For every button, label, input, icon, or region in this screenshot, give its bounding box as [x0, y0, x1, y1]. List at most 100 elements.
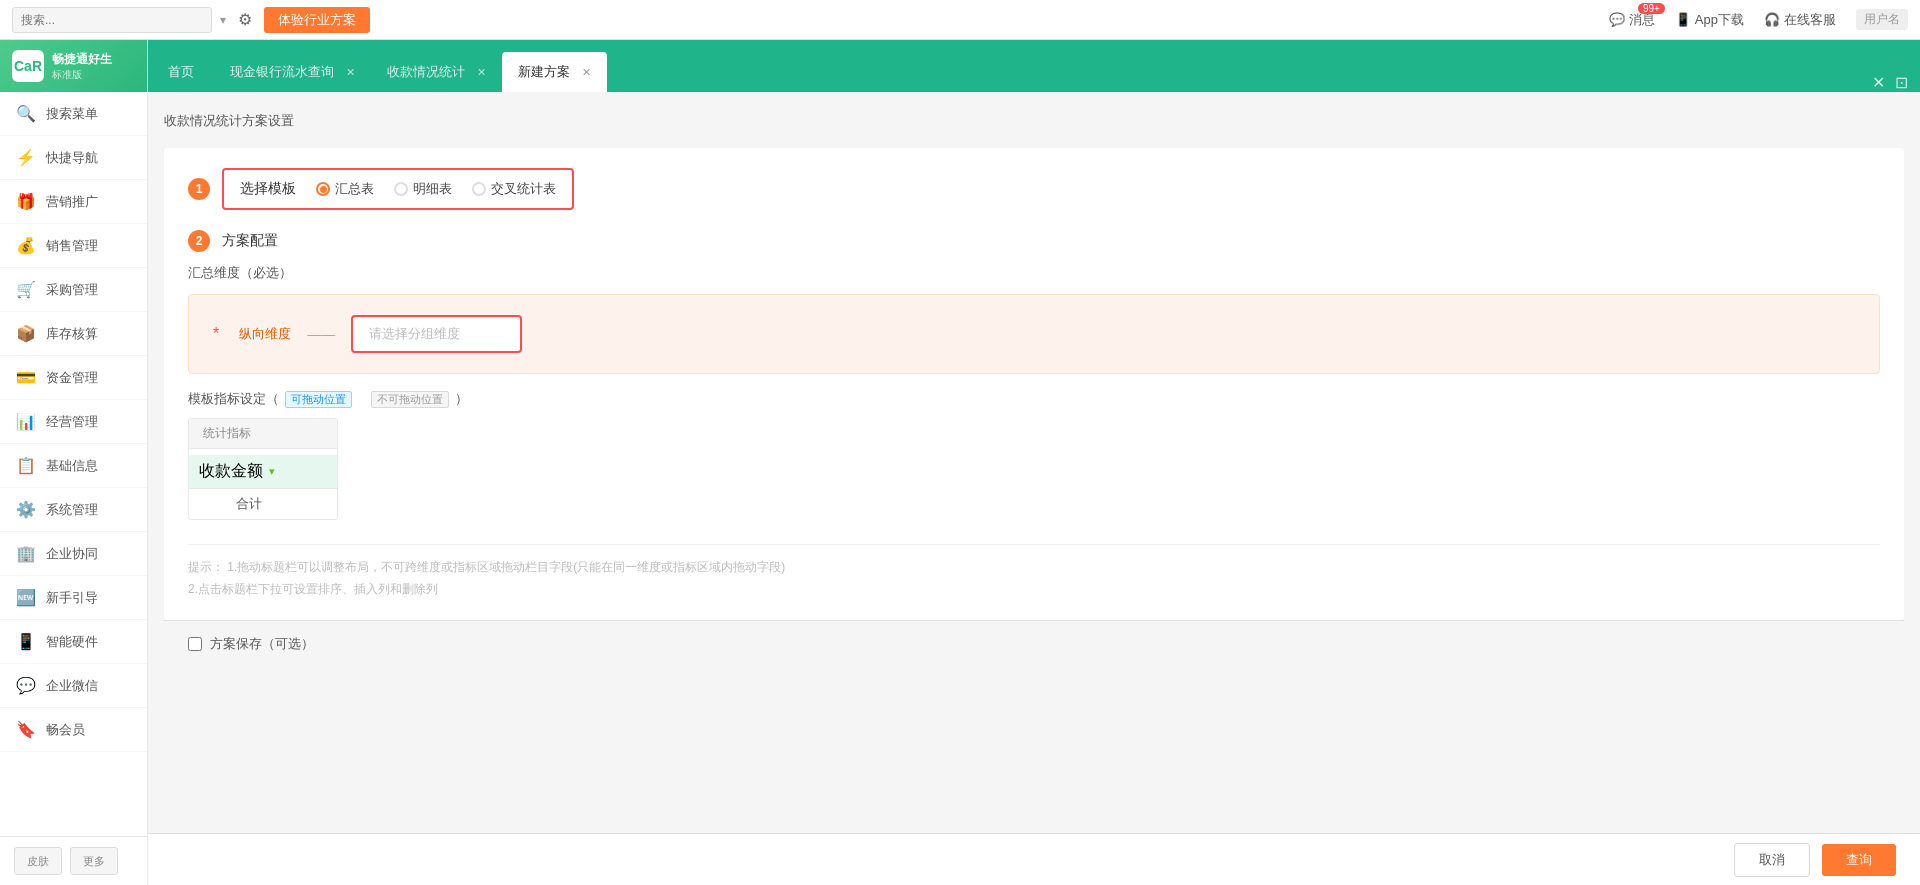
- radio-detail-circle: [394, 182, 408, 196]
- draggable-tag: 可拖动位置: [285, 391, 352, 408]
- save-checkbox[interactable]: [188, 637, 202, 651]
- cancel-button[interactable]: 取消: [1734, 843, 1810, 877]
- tab-bar-right: ✕ ⊡: [1860, 73, 1920, 92]
- sidebar-item-hardware[interactable]: 📱 智能硬件: [0, 620, 147, 664]
- sidebar-item-enterprise[interactable]: 🏢 企业协同: [0, 532, 147, 576]
- search-input[interactable]: [12, 7, 212, 33]
- sidebar-item-finance[interactable]: 💳 资金管理: [0, 356, 147, 400]
- support-btn[interactable]: 🎧 在线客服: [1764, 11, 1836, 29]
- metrics-table: 统计指标 收款金额 ▾ 合计: [188, 418, 338, 520]
- metrics-sep: [358, 392, 365, 407]
- tab-bank-flow-close[interactable]: ✕: [346, 66, 355, 79]
- sidebar-item-label: 基础信息: [46, 457, 98, 475]
- step1-num: 1: [188, 178, 210, 200]
- step2-header: 2 方案配置: [188, 230, 1880, 252]
- content-area: 首页 现金银行流水查询 ✕ 收款情况统计 ✕ 新建方案 ✕ ✕ ⊡ 收款情况统计…: [148, 40, 1920, 885]
- metrics-hint-row: 模板指标设定（ 可拖动位置 不可拖动位置 ）: [188, 390, 1880, 408]
- dim-select[interactable]: 请选择分组维度: [351, 315, 522, 353]
- enterprise-icon: 🏢: [16, 544, 36, 563]
- radio-cross-circle: [472, 182, 486, 196]
- breadcrumb: 收款情况统计方案设置: [164, 104, 1904, 134]
- radio-cross-label: 交叉统计表: [491, 180, 556, 198]
- inventory-icon: 📦: [16, 324, 36, 343]
- messages-btn[interactable]: 💬 消息 99+: [1609, 11, 1655, 29]
- sidebar-item-inventory[interactable]: 📦 库存核算: [0, 312, 147, 356]
- tab-new-plan[interactable]: 新建方案 ✕: [502, 52, 607, 92]
- sidebar-item-label: 搜索菜单: [46, 105, 98, 123]
- sidebar-item-label: 企业协同: [46, 545, 98, 563]
- sidebar-logo: CaR 畅捷通好生 标准版: [0, 40, 147, 92]
- step1-options: 汇总表 明细表 交叉统计表: [316, 180, 556, 198]
- top-bar-right: 💬 消息 99+ 📱 App下载 🎧 在线客服 用户名: [1609, 9, 1908, 30]
- query-button[interactable]: 查询: [1822, 844, 1896, 876]
- dropdown-arrow-icon[interactable]: ▾: [220, 13, 226, 27]
- sidebar-item-marketing[interactable]: 🎁 营销推广: [0, 180, 147, 224]
- sidebar-item-purchase[interactable]: 🛒 采购管理: [0, 268, 147, 312]
- basic-info-icon: 📋: [16, 456, 36, 475]
- sidebar-item-label: 系统管理: [46, 501, 98, 519]
- sidebar-item-guide[interactable]: 🆕 新手引导: [0, 576, 147, 620]
- marketing-icon: 🎁: [16, 192, 36, 211]
- tab-maximize-icon[interactable]: ⊡: [1895, 73, 1908, 92]
- metrics-close-paren: ）: [455, 390, 468, 408]
- radio-cross[interactable]: 交叉统计表: [472, 180, 556, 198]
- dim-select-placeholder: 请选择分组维度: [369, 326, 460, 341]
- download-btn[interactable]: 📱 App下载: [1675, 11, 1744, 29]
- operation-icon: 📊: [16, 412, 36, 431]
- tab-collection-stat[interactable]: 收款情况统计 ✕: [371, 52, 502, 92]
- radio-detail[interactable]: 明细表: [394, 180, 452, 198]
- finance-icon: 💳: [16, 368, 36, 387]
- sidebar-item-label: 经营管理: [46, 413, 98, 431]
- sidebar-item-label: 快捷导航: [46, 149, 98, 167]
- purchase-icon: 🛒: [16, 280, 36, 299]
- radio-summary-circle: [316, 182, 330, 196]
- skin-button[interactable]: 皮肤: [14, 847, 62, 875]
- metric-chip-label: 收款金额: [199, 461, 263, 482]
- sidebar-item-label: 采购管理: [46, 281, 98, 299]
- gear-icon[interactable]: ⚙: [238, 10, 252, 29]
- fixed-tag: 不可拖动位置: [371, 391, 449, 408]
- sidebar-item-wechat[interactable]: 💬 企业微信: [0, 664, 147, 708]
- tab-new-plan-label: 新建方案: [518, 63, 570, 81]
- download-icon: 📱: [1675, 12, 1691, 27]
- logo-main-text: 畅捷通好生: [52, 51, 112, 68]
- tab-home[interactable]: 首页: [148, 52, 214, 92]
- sidebar-item-member[interactable]: 🔖 畅会员: [0, 708, 147, 752]
- user-info[interactable]: 用户名: [1856, 9, 1908, 30]
- dim-row: * 纵向维度 —— 请选择分组维度: [213, 315, 1855, 353]
- sidebar-item-label: 营销推广: [46, 193, 98, 211]
- radio-summary-label: 汇总表: [335, 180, 374, 198]
- hardware-icon: 📱: [16, 632, 36, 651]
- more-button[interactable]: 更多: [70, 847, 118, 875]
- sidebar-item-label: 新手引导: [46, 589, 98, 607]
- tab-bank-flow[interactable]: 现金银行流水查询 ✕: [214, 52, 371, 92]
- sidebar-item-operation[interactable]: 📊 经营管理: [0, 400, 147, 444]
- system-icon: ⚙️: [16, 500, 36, 519]
- save-row: 方案保存（可选）: [164, 620, 1904, 667]
- vertical-dim-label: 纵向维度: [239, 325, 291, 343]
- sidebar-item-search-menu[interactable]: 🔍 搜索菜单: [0, 92, 147, 136]
- sidebar-item-basic-info[interactable]: 📋 基础信息: [0, 444, 147, 488]
- metric-chip-row[interactable]: 收款金额 ▾: [189, 455, 337, 489]
- tab-close-all-icon[interactable]: ✕: [1872, 73, 1885, 92]
- metric-total-row: 合计: [189, 489, 309, 519]
- save-label: 方案保存（可选）: [210, 635, 314, 653]
- tab-collection-stat-close[interactable]: ✕: [477, 66, 486, 79]
- sidebar-item-sales[interactable]: 💰 销售管理: [0, 224, 147, 268]
- sidebar-item-label: 企业微信: [46, 677, 98, 695]
- metric-chip-down-icon: ▾: [269, 465, 275, 478]
- sidebar-item-label: 库存核算: [46, 325, 98, 343]
- logo-text-block: 畅捷通好生 标准版: [52, 51, 112, 82]
- step2-section: 汇总维度（必选） * 纵向维度 —— 请选择分组维度: [188, 264, 1880, 600]
- search-menu-icon: 🔍: [16, 104, 36, 123]
- tab-new-plan-close[interactable]: ✕: [582, 66, 591, 79]
- sidebar-item-system[interactable]: ⚙️ 系统管理: [0, 488, 147, 532]
- sidebar-item-label: 智能硬件: [46, 633, 98, 651]
- quick-nav-icon: ⚡: [16, 148, 36, 167]
- radio-summary[interactable]: 汇总表: [316, 180, 374, 198]
- step2-num: 2: [188, 230, 210, 252]
- radio-detail-label: 明细表: [413, 180, 452, 198]
- tip-line1: 提示： 1.拖动标题栏可以调整布局，不可跨维度或指标区域拖动栏目字段(只能在同一…: [188, 557, 1880, 579]
- trial-button[interactable]: 体验行业方案: [264, 7, 370, 33]
- sidebar-item-quick-nav[interactable]: ⚡ 快捷导航: [0, 136, 147, 180]
